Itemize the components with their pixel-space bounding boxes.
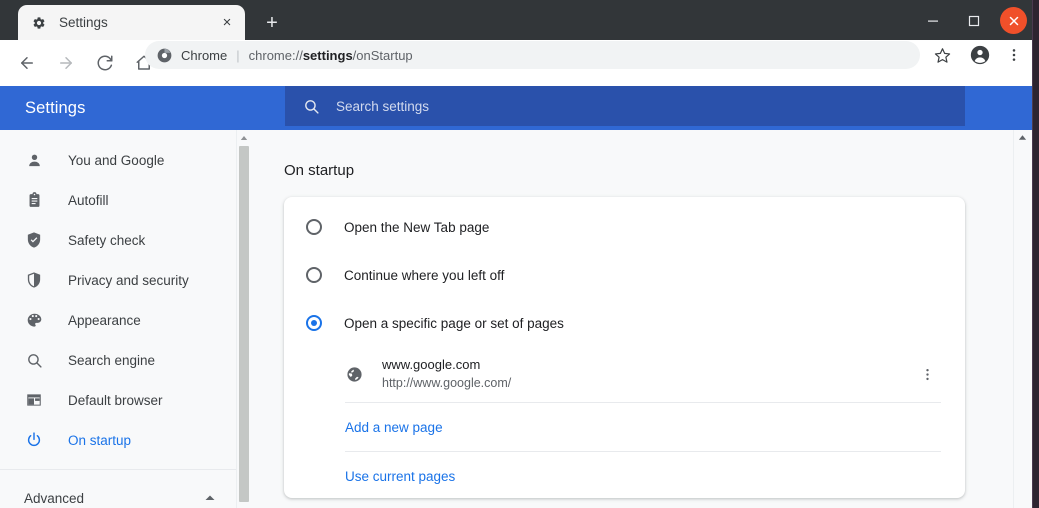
tab-strip: Settings × +	[0, 0, 1032, 40]
on-startup-card: Open the New Tab page Continue where you…	[284, 197, 965, 498]
sidebar-item-advanced[interactable]: Advanced	[0, 478, 236, 508]
startup-option-label: Continue where you left off	[344, 267, 505, 283]
startup-page-title: www.google.com	[382, 357, 481, 372]
browser-window: Settings × + Chrome | chrome://settings/…	[0, 0, 1039, 508]
startup-option-label: Open the New Tab page	[344, 219, 490, 235]
omnibox-separator: |	[236, 47, 240, 63]
sidebar-item-label: Safety check	[68, 232, 146, 248]
minimize-icon[interactable]	[920, 8, 946, 34]
search-icon	[303, 98, 320, 115]
sidebar-item-label: Default browser	[68, 392, 163, 408]
palette-icon	[24, 310, 44, 330]
sidebar-item-label: Search engine	[68, 352, 156, 368]
settings-title: Settings	[25, 98, 86, 117]
forward-icon	[51, 48, 81, 78]
sidebar-item-label: You and Google	[68, 152, 165, 168]
shield-check-icon	[24, 230, 44, 250]
profile-avatar-icon[interactable]	[966, 41, 994, 69]
tab-settings[interactable]: Settings ×	[18, 5, 245, 40]
use-current-pages-label: Use current pages	[345, 469, 456, 484]
startup-page-row: www.google.com http://www.google.com/	[284, 347, 965, 401]
use-current-pages-button[interactable]: Use current pages	[284, 452, 965, 501]
close-icon[interactable]: ×	[215, 11, 239, 35]
sidebar-scrollbar-thumb[interactable]	[239, 146, 249, 502]
reload-icon[interactable]	[90, 48, 120, 78]
window-border	[1032, 0, 1039, 508]
url-host: settings	[302, 47, 353, 63]
shield-icon	[24, 270, 44, 290]
startup-page-url: http://www.google.com/	[382, 376, 512, 390]
sidebar-item-on-startup[interactable]: On startup	[0, 420, 236, 460]
bookmark-star-icon[interactable]	[928, 41, 956, 69]
sidebar-item-appearance[interactable]: Appearance	[0, 300, 236, 340]
url-path: /onStartup	[352, 47, 413, 63]
startup-page-text: www.google.com http://www.google.com/	[382, 356, 913, 392]
chrome-logo-icon	[156, 47, 172, 63]
sidebar-nav-list: You and Google Autofill Safety check Pri…	[0, 130, 236, 460]
startup-option-new-tab[interactable]: Open the New Tab page	[284, 203, 965, 251]
sidebar-advanced-label: Advanced	[24, 490, 85, 506]
omnibox-chip-label: Chrome	[181, 47, 228, 63]
power-icon	[24, 430, 44, 450]
more-actions-icon[interactable]	[913, 360, 941, 388]
settings-content: You and Google Autofill Safety check Pri…	[0, 130, 1032, 508]
sidebar-item-label: On startup	[68, 432, 132, 448]
close-window-icon[interactable]	[1000, 7, 1027, 34]
page-title: On startup	[284, 162, 355, 179]
settings-sidebar: You and Google Autofill Safety check Pri…	[0, 130, 236, 508]
chevron-up-icon	[204, 492, 216, 504]
sidebar-item-safety-check[interactable]: Safety check	[0, 220, 236, 260]
page-scrollbar[interactable]	[1013, 130, 1032, 508]
gear-icon	[31, 15, 47, 31]
search-placeholder: Search settings	[336, 98, 430, 114]
search-settings-input[interactable]: Search settings	[285, 86, 965, 126]
sidebar-divider	[0, 469, 236, 470]
clipboard-icon	[24, 190, 44, 210]
scroll-up-icon[interactable]	[1014, 131, 1030, 144]
chrome-menu-icon[interactable]	[1000, 41, 1028, 69]
sidebar-scrollbar[interactable]	[236, 130, 250, 508]
url-prefix: chrome://	[248, 47, 303, 63]
startup-option-label: Open a specific page or set of pages	[344, 315, 564, 331]
sidebar-item-you-and-google[interactable]: You and Google	[0, 140, 236, 180]
maximize-icon[interactable]	[961, 8, 987, 34]
add-a-new-page-button[interactable]: Add a new page	[284, 403, 965, 452]
globe-icon	[345, 365, 363, 383]
sidebar-item-autofill[interactable]: Autofill	[0, 180, 236, 220]
address-bar[interactable]: Chrome | chrome://settings/onStartup	[145, 41, 920, 69]
back-icon[interactable]	[12, 48, 42, 78]
radio-icon[interactable]	[306, 267, 322, 283]
startup-option-specific-pages[interactable]: Open a specific page or set of pages	[284, 299, 965, 347]
radio-icon[interactable]	[306, 219, 322, 235]
settings-main-pane: On startup Open the New Tab page Continu…	[251, 130, 1013, 508]
tab-title: Settings	[59, 15, 108, 30]
search-icon	[24, 350, 44, 370]
sidebar-item-label: Appearance	[68, 312, 141, 328]
sidebar-item-privacy-and-security[interactable]: Privacy and security	[0, 260, 236, 300]
add-page-label: Add a new page	[345, 420, 443, 435]
startup-option-continue[interactable]: Continue where you left off	[284, 251, 965, 299]
sidebar-item-search-engine[interactable]: Search engine	[0, 340, 236, 380]
new-tab-button[interactable]: +	[258, 9, 286, 37]
browser-window-icon	[24, 390, 44, 410]
person-icon	[24, 150, 44, 170]
sidebar-item-label: Autofill	[68, 192, 109, 208]
sidebar-item-label: Privacy and security	[68, 272, 189, 288]
omnibox-url: chrome://settings/onStartup	[249, 48, 413, 63]
sidebar-item-default-browser[interactable]: Default browser	[0, 380, 236, 420]
radio-icon-selected[interactable]	[306, 315, 322, 331]
scroll-up-icon[interactable]	[237, 131, 251, 144]
